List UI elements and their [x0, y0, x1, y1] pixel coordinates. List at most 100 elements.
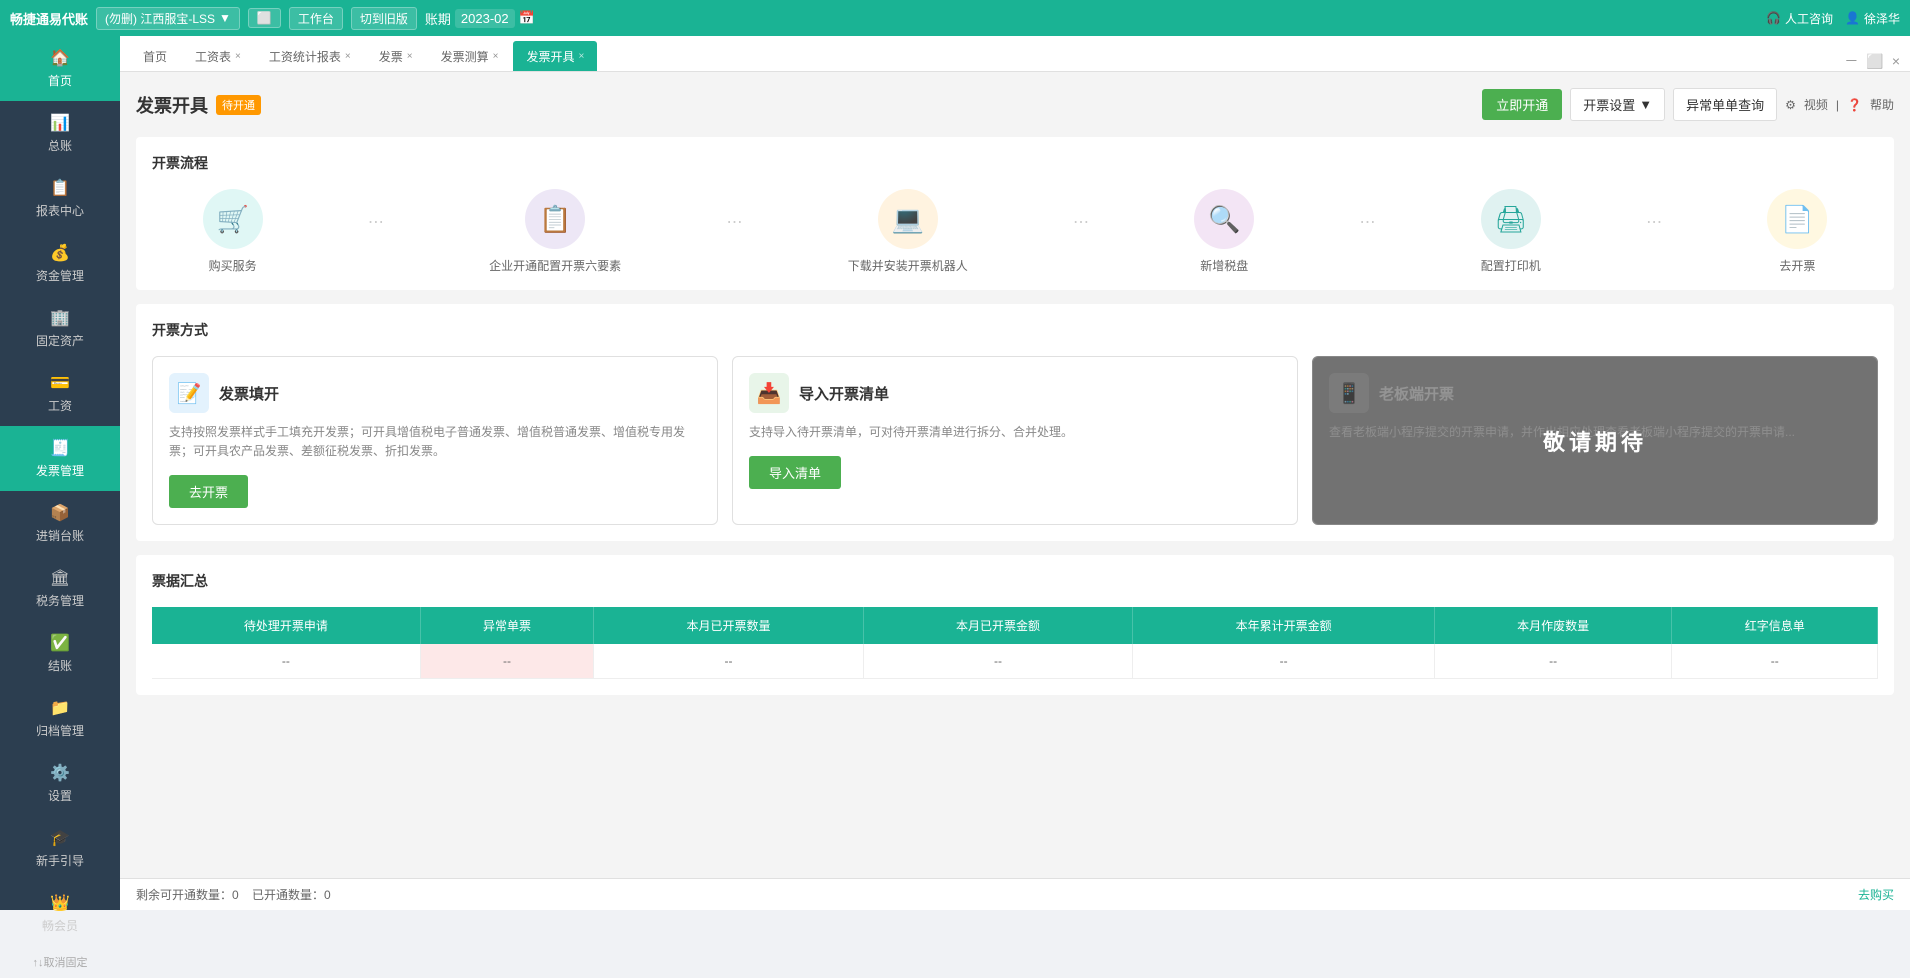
copy-button[interactable]: ⬜ — [248, 8, 281, 28]
tab-invoice[interactable]: 发票 × — [366, 41, 426, 71]
switch-old-button[interactable]: 切到旧版 — [351, 7, 417, 30]
sidebar-item-label: 新手引导 — [36, 852, 84, 869]
page-header: 发票开具 待开通 立即开通 开票设置 ▼ 异常单单查询 ⚙ 视频 | ❓ — [136, 88, 1894, 121]
cell-red-info: -- — [1672, 644, 1878, 679]
user-menu[interactable]: 👤 徐泽华 — [1845, 10, 1900, 27]
arrow-icon: ⋯ — [726, 212, 742, 232]
page-title-area: 发票开具 待开通 — [136, 92, 261, 118]
sidebar-item-label: 畅会员 — [42, 917, 78, 934]
sidebar-item-label: 资金管理 — [36, 267, 84, 284]
arrow-icon: ⋯ — [1646, 212, 1662, 232]
summary-section: 票据汇总 待处理开票申请 异常单票 本月已开票数量 本月已开票金额 本年累计开票… — [136, 555, 1894, 695]
card-header-fill: 📝 发票填开 — [169, 373, 701, 413]
close-icon[interactable]: × — [235, 51, 241, 62]
maximize-button[interactable]: ⬜ — [1866, 53, 1883, 70]
cell-void-qty: -- — [1434, 644, 1672, 679]
support-button[interactable]: 🎧 人工咨询 — [1766, 10, 1833, 27]
sidebar-item-label: 归档管理 — [36, 722, 84, 739]
sidebar-item-salary[interactable]: 💳 工资 — [0, 361, 120, 426]
company-selector[interactable]: (勿删) 江西服宝-LSS ▼ — [96, 7, 240, 30]
card-title-import: 导入开票清单 — [799, 383, 889, 404]
top-bar: 畅捷通易代账 (勿删) 江西服宝-LSS ▼ ⬜ 工作台 切到旧版 账期 202… — [0, 0, 1910, 36]
process-section: 开票流程 🛒 购买服务 ⋯ 📋 企业开通配置开票六要素 — [136, 137, 1894, 290]
card-title-fill: 发票填开 — [219, 383, 279, 404]
top-bar-left: 畅捷通易代账 (勿删) 江西服宝-LSS ▼ ⬜ 工作台 切到旧版 账期 202… — [10, 7, 535, 30]
main-layout: 🏠 首页 📊 总账 📋 报表中心 💰 资金管理 🏢 固定资产 💳 工资 🧾 发票… — [0, 36, 1910, 910]
ledger-icon: 📊 — [50, 113, 70, 133]
assets-icon: 🏢 — [50, 308, 70, 328]
step-label-config: 企业开通配置开票六要素 — [489, 257, 621, 274]
sidebar-item-label: 税务管理 — [36, 592, 84, 609]
cell-pending: -- — [152, 644, 420, 679]
sidebar-item-guide[interactable]: 🎓 新手引导 — [0, 816, 120, 881]
tab-bar: 首页 工资表 × 工资统计报表 × 发票 × 发票测算 × 发票开具 × — [120, 36, 1910, 72]
period-selector[interactable]: 账期 2023-02 📅 — [425, 9, 535, 28]
step-printer[interactable]: 🖨 配置打印机 — [1481, 189, 1541, 274]
step-buy-service[interactable]: 🛒 购买服务 — [203, 189, 263, 274]
sidebar-item-ledger[interactable]: 📊 总账 — [0, 101, 120, 166]
sidebar-item-funds[interactable]: 💰 资金管理 — [0, 231, 120, 296]
guide-icon: 🎓 — [50, 828, 70, 848]
card-icon-fill: 📝 — [169, 373, 209, 413]
sidebar-item-archive[interactable]: 📁 归档管理 — [0, 686, 120, 751]
arrow-icon: ⋯ — [368, 212, 384, 232]
tab-invoice-calc[interactable]: 发票测算 × — [428, 41, 512, 71]
buy-link[interactable]: 去购买 — [1858, 886, 1894, 903]
step-add-taxdisk[interactable]: 🔍 新增税盘 — [1194, 189, 1254, 274]
sidebar-item-reports[interactable]: 📋 报表中心 — [0, 166, 120, 231]
process-steps: 🛒 购买服务 ⋯ 📋 企业开通配置开票六要素 ⋯ � — [152, 189, 1878, 274]
bottom-bar: 剩余可开通数量：0 已开通数量：0 去购买 — [120, 878, 1910, 910]
billing-section: 开票方式 📝 发票填开 支持按照发票样式手工填充开发票；可开具增值税电子普通发票… — [136, 304, 1894, 541]
step-icon-buy: 🛒 — [203, 189, 263, 249]
app-logo: 畅捷通易代账 — [10, 9, 88, 28]
tab-salary-table[interactable]: 工资表 × — [182, 41, 254, 71]
tab-invoice-issue[interactable]: 发票开具 × — [513, 41, 597, 71]
go-issue-button[interactable]: 去开票 — [169, 475, 248, 508]
billing-section-title: 开票方式 — [152, 320, 1878, 340]
step-config[interactable]: 📋 企业开通配置开票六要素 — [489, 189, 621, 274]
bottom-stats: 剩余可开通数量：0 已开通数量：0 — [136, 886, 331, 903]
tab-salary-report[interactable]: 工资统计报表 × — [256, 41, 364, 71]
billing-card-fill: 📝 发票填开 支持按照发票样式手工填充开发票；可开具增值税电子普通发票、增值税普… — [152, 356, 718, 525]
sidebar-item-purchase[interactable]: 📦 进销台账 — [0, 491, 120, 556]
sidebar-item-tax[interactable]: 🏛 税务管理 — [0, 556, 120, 621]
video-icon: ⚙ — [1785, 98, 1796, 112]
sidebar-item-label: 结账 — [48, 657, 72, 674]
help-area: ⚙ 视频 | ❓ 帮助 — [1785, 96, 1894, 113]
step-issue[interactable]: 📄 去开票 — [1767, 189, 1827, 274]
sidebar-item-member[interactable]: 👑 畅会员 — [0, 881, 120, 946]
reports-icon: 📋 — [50, 178, 70, 198]
step-label-download: 下载并安装开票机器人 — [848, 257, 968, 274]
exception-query-button[interactable]: 异常单单查询 — [1673, 88, 1777, 121]
window-close-button[interactable]: × — [1892, 53, 1900, 69]
workstation-button[interactable]: 工作台 — [289, 7, 343, 30]
sidebar-item-label: 报表中心 — [36, 202, 84, 219]
sidebar-item-label: 发票管理 — [36, 462, 84, 479]
summary-table: 待处理开票申请 异常单票 本月已开票数量 本月已开票金额 本年累计开票金额 本月… — [152, 607, 1878, 679]
step-download[interactable]: 💻 下载并安装开票机器人 — [848, 189, 968, 274]
cell-yearly-amt: -- — [1133, 644, 1435, 679]
close-icon[interactable]: × — [345, 51, 351, 62]
pin-toggle[interactable]: ↑↓取消固定 — [0, 946, 120, 978]
sidebar-item-closing[interactable]: ✅ 结账 — [0, 621, 120, 686]
period-value[interactable]: 2023-02 — [455, 9, 515, 28]
minimize-button[interactable]: － — [1844, 51, 1858, 71]
close-icon[interactable]: × — [407, 51, 413, 62]
open-settings-button[interactable]: 开票设置 ▼ — [1570, 88, 1665, 121]
billing-card-boss: 📱 老板端开票 查看老板端小程序提交的开票申请，并作出相应处理查看老板端小程序提… — [1312, 356, 1878, 525]
close-icon[interactable]: × — [578, 51, 584, 62]
immediate-open-button[interactable]: 立即开通 — [1482, 89, 1562, 120]
step-icon-config: 📋 — [525, 189, 585, 249]
cell-monthly-amt: -- — [863, 644, 1133, 679]
sidebar-item-assets[interactable]: 🏢 固定资产 — [0, 296, 120, 361]
import-list-button[interactable]: 导入清单 — [749, 456, 841, 489]
main-content: 首页 工资表 × 工资统计报表 × 发票 × 发票测算 × 发票开具 × — [120, 36, 1910, 910]
user-avatar-icon: 👤 — [1845, 11, 1860, 25]
close-icon[interactable]: × — [493, 51, 499, 62]
sidebar-item-home[interactable]: 🏠 首页 — [0, 36, 120, 101]
arrow-icon: ⋯ — [1073, 212, 1089, 232]
tab-home[interactable]: 首页 — [130, 41, 180, 71]
sidebar-item-settings[interactable]: ⚙️ 设置 — [0, 751, 120, 816]
step-label-printer: 配置打印机 — [1481, 257, 1541, 274]
sidebar-item-invoice[interactable]: 🧾 发票管理 — [0, 426, 120, 491]
